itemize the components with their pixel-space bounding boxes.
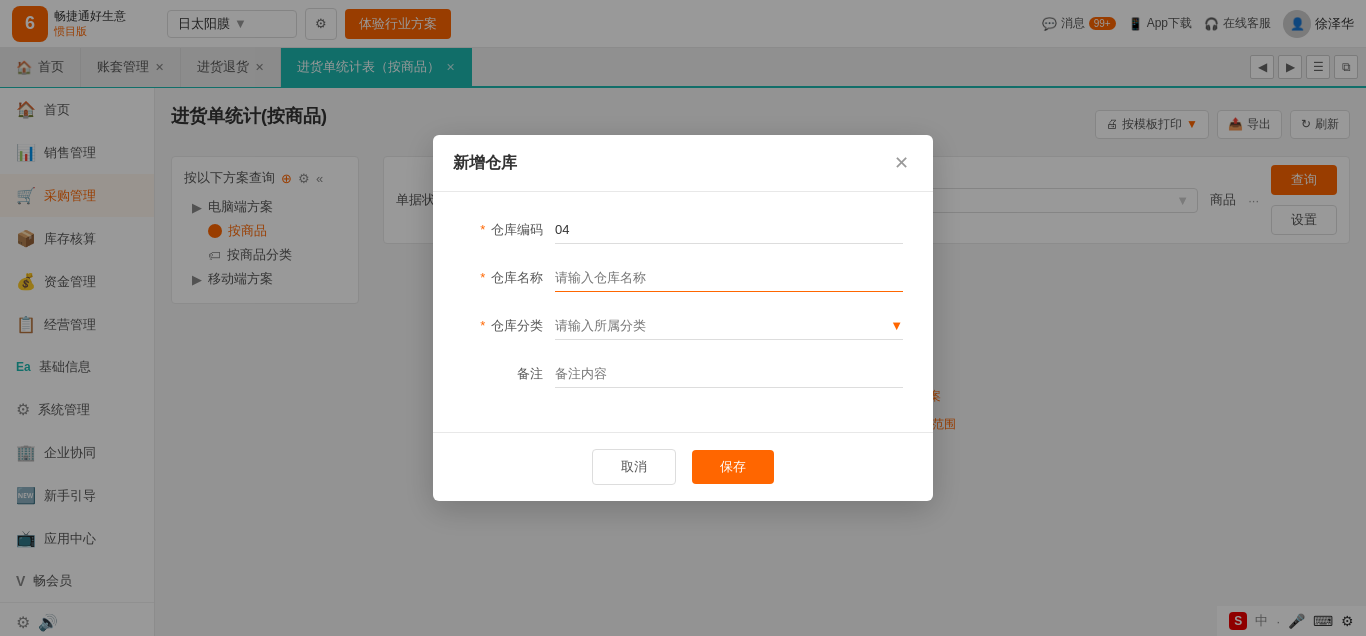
new-warehouse-dialog: 新增仓库 ✕ * 仓库编码 * 仓库名称 * 仓库分类 <box>433 135 933 501</box>
save-button[interactable]: 保存 <box>692 450 774 484</box>
dialog-body: * 仓库编码 * 仓库名称 * 仓库分类 ▼ <box>433 192 933 432</box>
form-row-name: * 仓库名称 <box>463 264 903 292</box>
category-input[interactable] <box>555 312 890 339</box>
dialog-close-button[interactable]: ✕ <box>889 151 913 175</box>
form-row-note: 备注 <box>463 360 903 388</box>
code-label: * 仓库编码 <box>463 221 543 239</box>
category-label: * 仓库分类 <box>463 317 543 335</box>
category-dropdown[interactable]: ▼ <box>555 312 903 340</box>
dialog-title: 新增仓库 <box>453 153 517 174</box>
note-label: 备注 <box>463 365 543 383</box>
dialog-footer: 取消 保存 <box>433 432 933 501</box>
required-star-name: * <box>480 270 485 285</box>
warehouse-code-input[interactable] <box>555 216 903 244</box>
required-star-code: * <box>480 222 485 237</box>
required-star-category: * <box>480 318 485 333</box>
dialog-header: 新增仓库 ✕ <box>433 135 933 192</box>
form-row-code: * 仓库编码 <box>463 216 903 244</box>
form-row-category: * 仓库分类 ▼ <box>463 312 903 340</box>
category-arrow-icon: ▼ <box>890 318 903 333</box>
note-input[interactable] <box>555 360 903 388</box>
name-label: * 仓库名称 <box>463 269 543 287</box>
cancel-button[interactable]: 取消 <box>592 449 676 485</box>
warehouse-name-input[interactable] <box>555 264 903 292</box>
